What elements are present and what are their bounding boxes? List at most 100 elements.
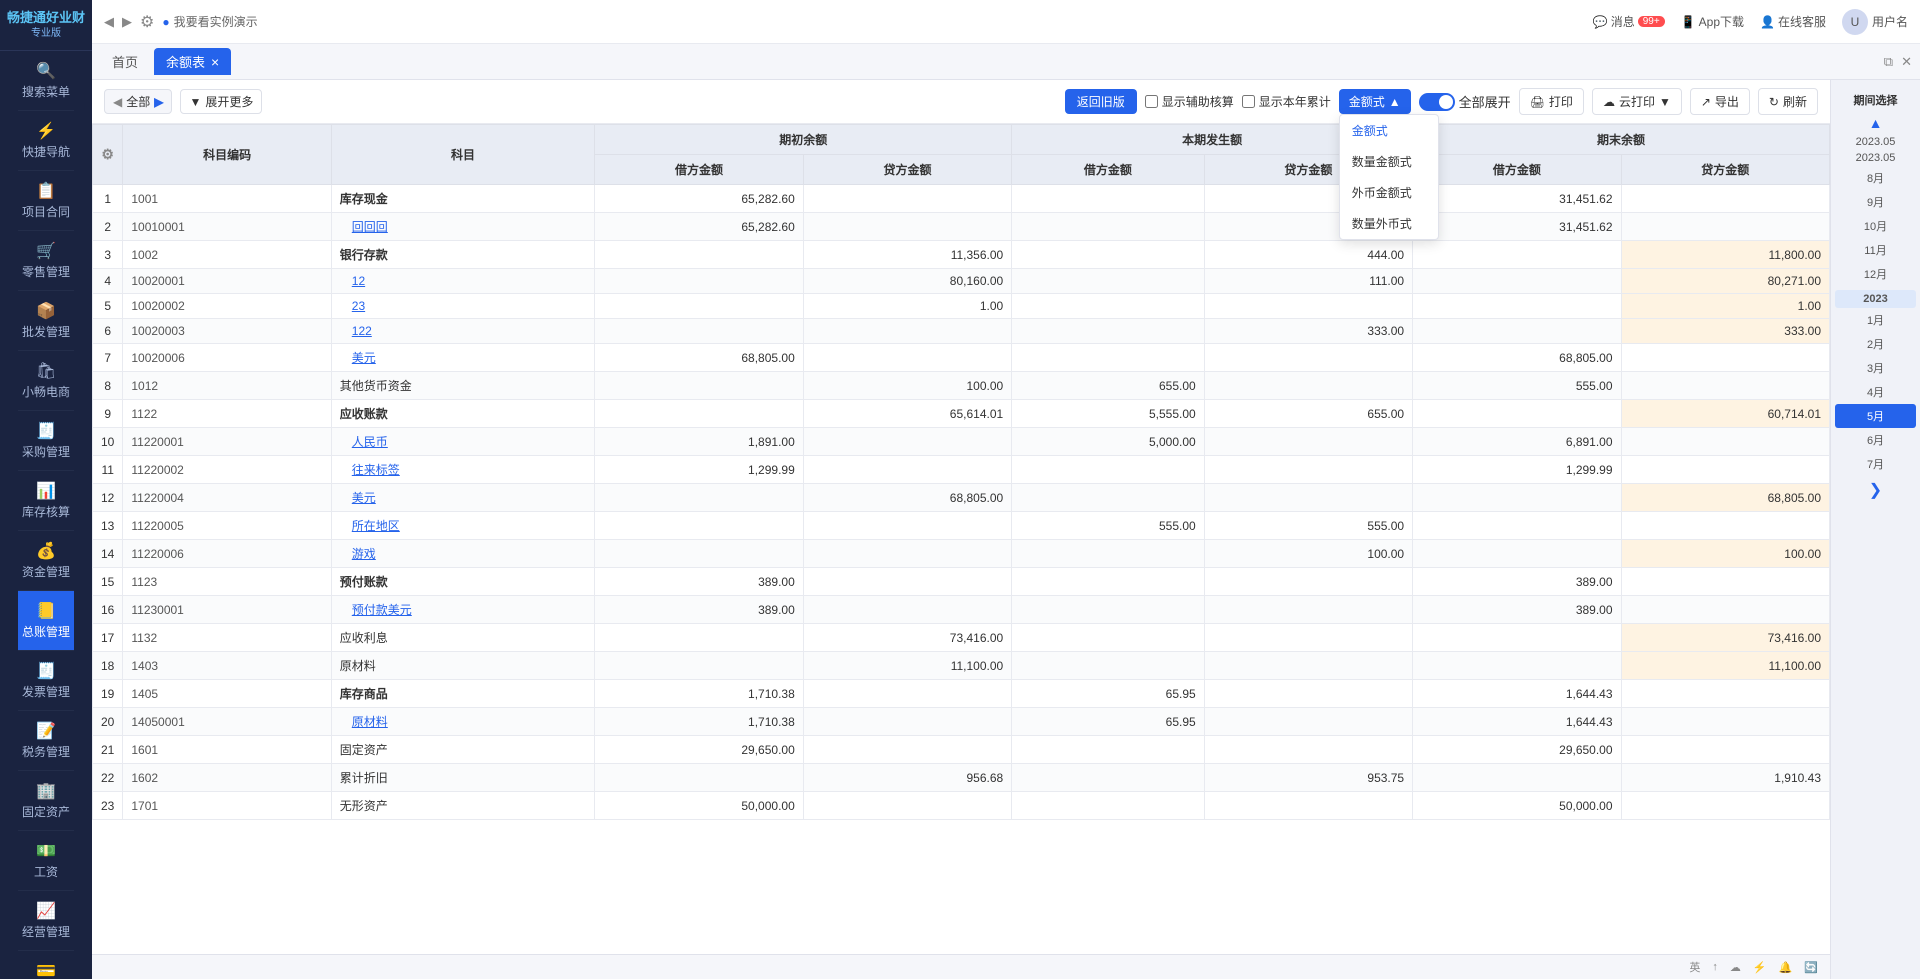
nav-back-icon[interactable]: ◀ [104, 14, 114, 30]
tab-balance-sheet[interactable]: 余额表 × [154, 48, 231, 75]
show-annual-checkbox[interactable] [1242, 95, 1255, 108]
row-name[interactable]: 往来标签 [331, 456, 595, 484]
sidebar-item-assets[interactable]: 🏢固定资产 [18, 771, 74, 831]
row-no: 5 [93, 294, 123, 319]
cloud-status-icon[interactable]: ☁ [1730, 961, 1741, 974]
nav-next-icon[interactable]: ▶ [154, 95, 163, 109]
period-month-8[interactable]: 8月 [1835, 166, 1916, 190]
export-icon: ↗ [1701, 95, 1711, 109]
row-name[interactable]: 游戏 [331, 540, 595, 568]
period-month-4[interactable]: 4月 [1835, 380, 1916, 404]
service-btn[interactable]: 👤 在线客服 [1760, 13, 1826, 30]
sidebar-item-expense[interactable]: 💳小畅报销 [18, 951, 74, 979]
row-code: 1123 [123, 568, 331, 596]
row-name[interactable]: 美元 [331, 484, 595, 512]
row-name[interactable]: 回回回 [331, 213, 595, 241]
sidebar-item-invoice[interactable]: 🧾发票管理 [18, 651, 74, 711]
period-month-3[interactable]: 3月 [1835, 356, 1916, 380]
sidebar-item-project[interactable]: 📋项目合同 [18, 171, 74, 231]
expand-all-container: 全部展开 [1419, 92, 1511, 111]
show-annual-label[interactable]: 显示本年累计 [1242, 93, 1331, 110]
nav-settings-icon[interactable]: ⚙ [140, 12, 154, 32]
opening-debit [595, 372, 803, 400]
row-no: 16 [93, 596, 123, 624]
expand-all-label: 全部展开 [1459, 92, 1511, 111]
print-btn[interactable]: 🖨 打印 [1519, 88, 1584, 115]
breadcrumb[interactable]: ◀ 全部 ▶ [104, 89, 172, 114]
row-name[interactable]: 122 [331, 319, 595, 344]
period-collapse-btn[interactable]: ❯ [1835, 476, 1916, 504]
upload-btn[interactable]: ↑ [1712, 961, 1718, 973]
sidebar-item-management[interactable]: 📈经营管理 [18, 891, 74, 951]
period-month-11[interactable]: 11月 [1835, 238, 1916, 262]
current-credit: 111.00 [1204, 269, 1412, 294]
sidebar-item-inventory[interactable]: 📊库存核算 [18, 471, 74, 531]
sidebar-item-salary[interactable]: 💵工资 [18, 831, 74, 891]
period-month-1[interactable]: 1月 [1835, 308, 1916, 332]
notify-icon[interactable]: 🔔 [1779, 961, 1793, 974]
tab-close-icon[interactable]: × [211, 54, 219, 70]
current-debit: 655.00 [1012, 372, 1205, 400]
format-option-qty-amount[interactable]: 数量金额式 [1340, 146, 1438, 177]
demo-link[interactable]: ● 我要看实例演示 [162, 13, 257, 30]
app-download-btn[interactable]: 📱 App下载 [1681, 13, 1744, 30]
row-name[interactable]: 所在地区 [331, 512, 595, 540]
sidebar-item-wholesale[interactable]: 📦批发管理 [18, 291, 74, 351]
message-btn[interactable]: 💬 消息 99+ [1593, 13, 1665, 30]
opening-debit: 68,805.00 [595, 344, 803, 372]
export-btn[interactable]: ↗ 导出 [1690, 88, 1750, 115]
sidebar-item-search[interactable]: 🔍搜索菜单 [18, 51, 74, 111]
tab-home[interactable]: 首页 [100, 48, 150, 75]
toolbar-right: 返回旧版 显示辅助核算 显示本年累计 金额式 ▲ [1065, 88, 1818, 115]
window-restore-icon[interactable]: ⧉ [1884, 54, 1893, 70]
sidebar-item-purchase[interactable]: 🧾采购管理 [18, 411, 74, 471]
sidebar-item-ledger[interactable]: 📒总账管理 [18, 591, 74, 651]
nav-prev-icon[interactable]: ◀ [113, 95, 122, 109]
wholesale-icon: 📦 [22, 301, 70, 321]
row-name[interactable]: 人民币 [331, 428, 595, 456]
row-name: 银行存款 [331, 241, 595, 269]
format-dropdown-btn[interactable]: 金额式 ▲ [1339, 89, 1411, 114]
period-month-5[interactable]: 5月 [1835, 404, 1916, 428]
sidebar-item-ecommerce[interactable]: 🛍小畅电商 [18, 351, 74, 411]
row-name[interactable]: 12 [331, 269, 595, 294]
lightning-icon[interactable]: ⚡ [1753, 961, 1767, 974]
return-old-btn[interactable]: 返回旧版 [1065, 89, 1137, 114]
period-month-2[interactable]: 2月 [1835, 332, 1916, 356]
row-code: 1001 [123, 185, 331, 213]
window-close-icon[interactable]: ✕ [1901, 54, 1912, 70]
expand-all-toggle[interactable] [1419, 93, 1455, 111]
row-name[interactable]: 原材料 [331, 708, 595, 736]
row-no: 17 [93, 624, 123, 652]
period-month-12[interactable]: 12月 [1835, 262, 1916, 286]
table-settings-icon[interactable]: ⚙ [101, 146, 114, 162]
format-option-foreign[interactable]: 外币金额式 [1340, 177, 1438, 208]
show-subsidiary-label[interactable]: 显示辅助核算 [1145, 93, 1234, 110]
ledger-icon: 📒 [22, 601, 70, 621]
period-month-10[interactable]: 10月 [1835, 214, 1916, 238]
assets-icon: 🏢 [22, 781, 70, 801]
sidebar-item-tax[interactable]: 📝税务管理 [18, 711, 74, 771]
period-month-6[interactable]: 6月 [1835, 428, 1916, 452]
sidebar-item-funds[interactable]: 💰资金管理 [18, 531, 74, 591]
sidebar-item-quick-nav[interactable]: ⚡快捷导航 [18, 111, 74, 171]
period-nav-up[interactable]: ▲ [1835, 112, 1916, 134]
user-avatar[interactable]: U 用户名 [1842, 9, 1908, 35]
col-settings-header[interactable]: ⚙ [93, 125, 123, 185]
expand-more-btn[interactable]: ▼ 展开更多 [180, 89, 262, 114]
row-name[interactable]: 23 [331, 294, 595, 319]
period-month-7[interactable]: 7月 [1835, 452, 1916, 476]
show-subsidiary-checkbox[interactable] [1145, 95, 1158, 108]
period-month-9[interactable]: 9月 [1835, 190, 1916, 214]
format-option-amount[interactable]: 金额式 [1340, 115, 1438, 146]
format-option-qty-foreign[interactable]: 数量外币式 [1340, 208, 1438, 239]
lang-btn[interactable]: 英 [1689, 959, 1700, 975]
refresh-btn[interactable]: ↻ 刷新 [1758, 88, 1818, 115]
sidebar-item-retail[interactable]: 🛒零售管理 [18, 231, 74, 291]
tab-balance-sheet-label: 余额表 [166, 52, 205, 71]
nav-forward-icon[interactable]: ▶ [122, 14, 132, 30]
row-name[interactable]: 美元 [331, 344, 595, 372]
row-name[interactable]: 预付款美元 [331, 596, 595, 624]
cloud-print-btn[interactable]: ☁ 云打印 ▼ [1592, 88, 1682, 115]
refresh2-icon[interactable]: 🔄 [1804, 961, 1818, 974]
